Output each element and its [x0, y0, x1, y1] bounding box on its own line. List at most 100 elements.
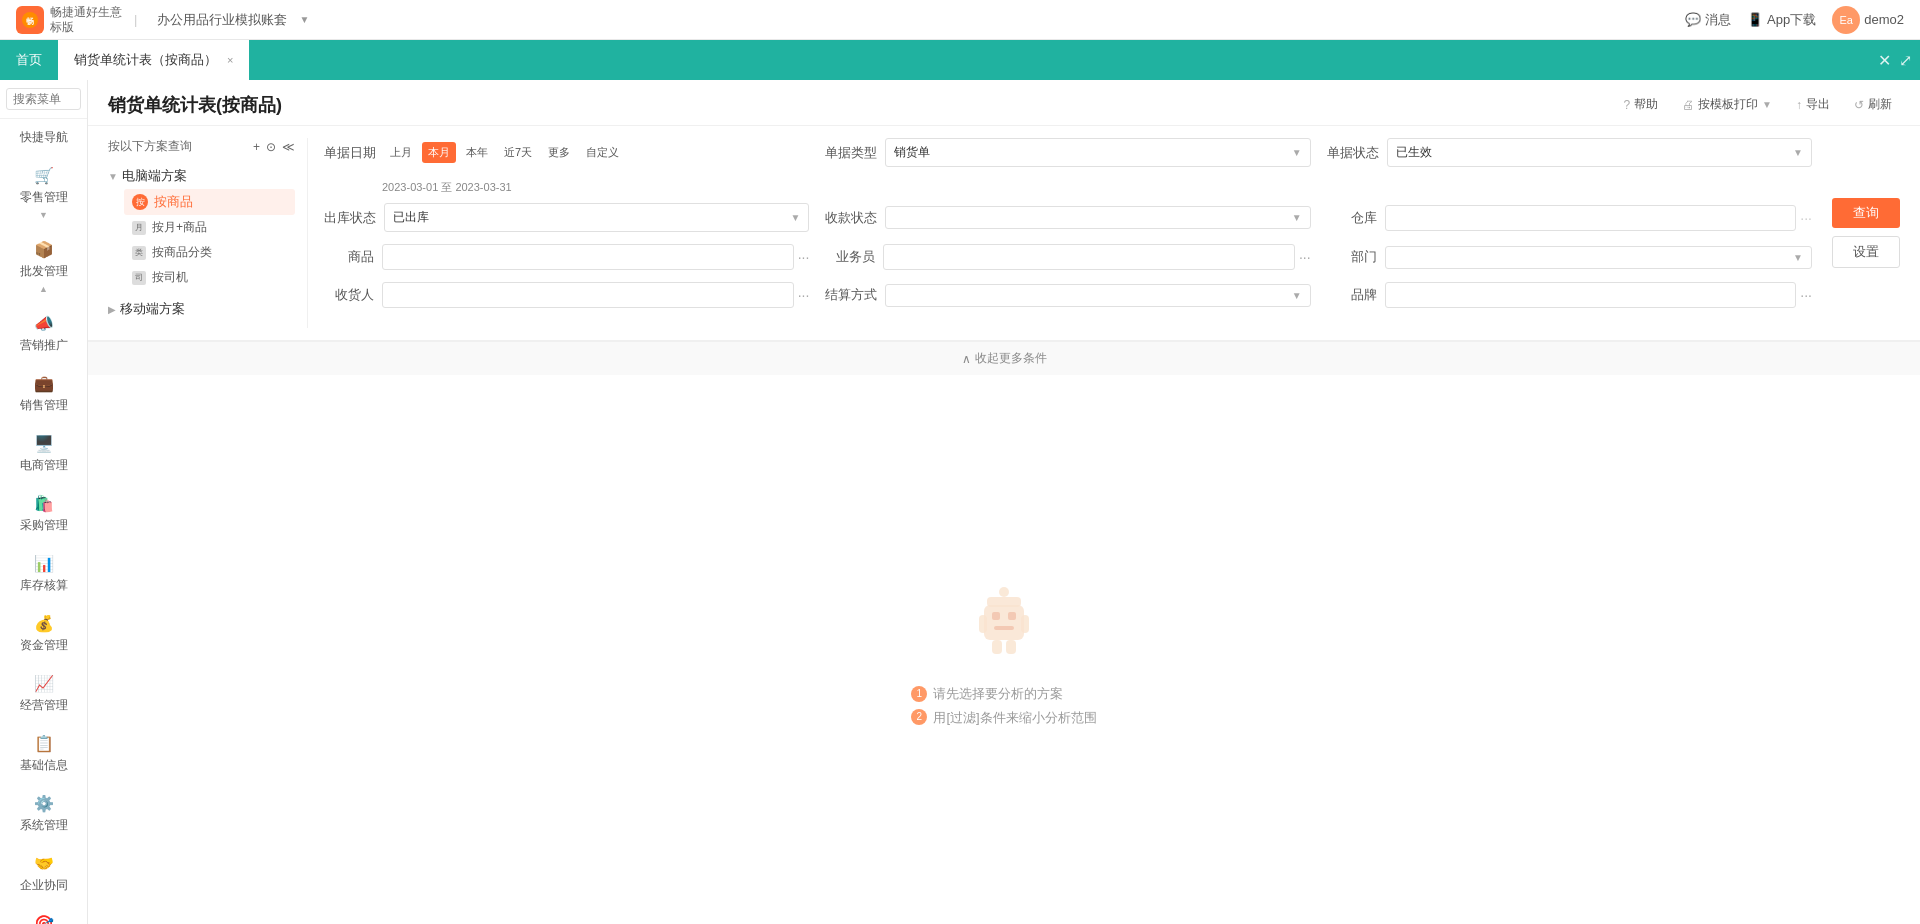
scheme-actions: + ⊙ ≪	[253, 140, 295, 154]
collapse-up-icon: ∧	[962, 352, 971, 366]
settings-button[interactable]: 设置	[1832, 236, 1900, 268]
refresh-icon: ↺	[1854, 98, 1864, 112]
date-btn-more[interactable]: 更多	[542, 142, 576, 163]
outstatus-select[interactable]: 已出库 ▼	[384, 203, 809, 232]
scheme-group-mobile-header[interactable]: ▶ 移动端方案	[108, 296, 295, 322]
avatar: Ea	[1832, 6, 1860, 34]
sidebar-item-wholesale[interactable]: 📦 批发管理 ▲	[0, 230, 87, 304]
filter-item-docstatus: 单据状态 已生效 ▼	[1327, 138, 1812, 167]
edit-scheme-icon[interactable]: ⊙	[266, 140, 276, 154]
payment-select[interactable]: ▼	[885, 206, 1310, 229]
scheme-sub-item-driver[interactable]: 司 按司机	[124, 265, 295, 290]
enterprise-icon: 🤝	[34, 854, 54, 873]
date-btn-this-month[interactable]: 本月	[422, 142, 456, 163]
date-btn-custom[interactable]: 自定义	[580, 142, 625, 163]
sidebar-item-enterprise[interactable]: 🤝 企业协同	[0, 844, 87, 904]
brand-dots-icon[interactable]: ···	[1800, 287, 1812, 303]
collapse-bar[interactable]: ∧ 收起更多条件	[88, 341, 1920, 375]
salesperson-dots-icon[interactable]: ···	[1299, 249, 1311, 265]
product-input[interactable]	[382, 244, 794, 270]
sidebar-item-sales[interactable]: 💼 销售管理	[0, 364, 87, 424]
date-range-text: 2023-03-01 至 2023-03-31	[382, 181, 512, 193]
filter-row-2: 出库状态 已出库 ▼ 收款状态	[324, 203, 1812, 232]
brand-input[interactable]	[1385, 282, 1797, 308]
sidebar-item-basicinfo[interactable]: 📋 基础信息	[0, 724, 87, 784]
sidebar-item-retail[interactable]: 🛒 零售管理 ▼	[0, 156, 87, 230]
template-print-button[interactable]: 🖨 按模板打印 ▼	[1674, 92, 1780, 117]
tab-close-icon[interactable]: ×	[227, 54, 233, 66]
brand-label: 品牌	[1327, 286, 1377, 304]
product-dots-icon[interactable]: ···	[798, 249, 810, 265]
active-tab[interactable]: 销货单统计表（按商品） ×	[58, 40, 249, 80]
doctype-select[interactable]: 销货单 ▼	[885, 138, 1310, 167]
query-button[interactable]: 查询	[1832, 198, 1900, 228]
top-bar-right: 💬 消息 📱 App下载 Ea demo2	[1685, 6, 1904, 34]
svg-text:畅: 畅	[26, 17, 34, 26]
phone-icon: 📱	[1747, 12, 1763, 27]
salesperson-input[interactable]	[883, 244, 1295, 270]
docstatus-select[interactable]: 已生效 ▼	[1387, 138, 1812, 167]
collapse-scheme-icon[interactable]: ≪	[282, 140, 295, 154]
retail-expand-icon: ▼	[39, 210, 48, 220]
sidebar-item-guide[interactable]: 🎯 新手引导	[0, 904, 87, 924]
tip-num-1: 1	[911, 686, 927, 702]
close-all-tabs-icon[interactable]: ✕	[1878, 51, 1891, 70]
maximize-icon[interactable]: ⤢	[1899, 51, 1912, 70]
department-select[interactable]: ▼	[1385, 246, 1812, 269]
logo-icon: 畅	[16, 6, 44, 34]
filter-item-warehouse: 仓库 ···	[1327, 205, 1812, 231]
settlement-select[interactable]: ▼	[885, 284, 1310, 307]
sidebar: 快捷导航 🛒 零售管理 ▼ 📦 批发管理 ▲ 📣 营销推广 💼 销售管理 🖥️ …	[0, 80, 88, 924]
date-btn-this-year[interactable]: 本年	[460, 142, 494, 163]
finance-icon: 💰	[34, 614, 54, 633]
message-button[interactable]: 💬 消息	[1685, 11, 1731, 29]
sidebar-item-purchase[interactable]: 🛍️ 采购管理	[0, 484, 87, 544]
warehouse-dots-icon[interactable]: ···	[1800, 210, 1812, 226]
home-tab[interactable]: 首页	[0, 40, 58, 80]
empty-tip-1: 1 请先选择要分析的方案	[911, 682, 1096, 705]
sidebar-item-quicknav[interactable]: 快捷导航	[0, 119, 87, 156]
app-download-button[interactable]: 📱 App下载	[1747, 11, 1816, 29]
svg-rect-3	[992, 612, 1000, 620]
date-btn-7days[interactable]: 近7天	[498, 142, 538, 163]
outstatus-control: 已出库 ▼	[384, 203, 809, 232]
export-button[interactable]: ↑ 导出	[1788, 92, 1838, 117]
refresh-button[interactable]: ↺ 刷新	[1846, 92, 1900, 117]
sidebar-item-operations[interactable]: 📈 经营管理	[0, 664, 87, 724]
sidebar-item-ecommerce[interactable]: 🖥️ 电商管理	[0, 424, 87, 484]
date-btn-last-month[interactable]: 上月	[384, 142, 418, 163]
scheme-item-by-product[interactable]: 按 按商品	[124, 189, 295, 215]
search-input[interactable]	[6, 88, 81, 110]
filter-item-payment: 收款状态 ▼	[825, 206, 1310, 229]
sidebar-item-finance[interactable]: 💰 资金管理	[0, 604, 87, 664]
help-button[interactable]: ? 帮助	[1615, 92, 1666, 117]
add-scheme-icon[interactable]: +	[253, 140, 260, 154]
department-label: 部门	[1327, 248, 1377, 266]
doctype-control: 销货单 ▼	[885, 138, 1310, 167]
ecommerce-icon: 🖥️	[34, 434, 54, 453]
receiver-dots-icon[interactable]: ···	[798, 287, 810, 303]
sidebar-item-marketing[interactable]: 📣 营销推广	[0, 304, 87, 364]
sidebar-item-system[interactable]: ⚙️ 系统管理	[0, 784, 87, 844]
scheme-group-desktop-header[interactable]: ▼ 电脑端方案	[108, 163, 295, 189]
filter-item-date: 单据日期 上月 本月 本年 近7天 更多 自定义	[324, 142, 809, 163]
product-control: ···	[382, 244, 809, 270]
payment-label: 收款状态	[825, 209, 877, 227]
payment-dropdown-icon: ▼	[1292, 212, 1302, 223]
logo-text: 畅捷通好生意 标版	[50, 5, 122, 34]
user-profile[interactable]: Ea demo2	[1832, 6, 1904, 34]
product-label: 商品	[324, 248, 374, 266]
app-title-dropdown-icon[interactable]: ▼	[299, 14, 309, 25]
salesperson-label: 业务员	[825, 248, 875, 266]
scheme-sub-item-product-category[interactable]: 类 按商品分类	[124, 240, 295, 265]
top-bar: 畅 畅捷通好生意 标版 | 办公用品行业模拟账套 ▼ 💬 消息 📱 App下载 …	[0, 0, 1920, 40]
filter-item-product: 商品 ···	[324, 244, 809, 270]
scheme-sub-item-month-product[interactable]: 月 按月+商品	[124, 215, 295, 240]
warehouse-input[interactable]	[1385, 205, 1797, 231]
svg-rect-4	[1008, 612, 1016, 620]
sidebar-item-inventory[interactable]: 📊 库存核算	[0, 544, 87, 604]
date-control: 上月 本月 本年 近7天 更多 自定义	[384, 142, 809, 163]
receiver-input[interactable]	[382, 282, 794, 308]
warehouse-label: 仓库	[1327, 209, 1377, 227]
filter-item-brand: 品牌 ···	[1327, 282, 1812, 308]
